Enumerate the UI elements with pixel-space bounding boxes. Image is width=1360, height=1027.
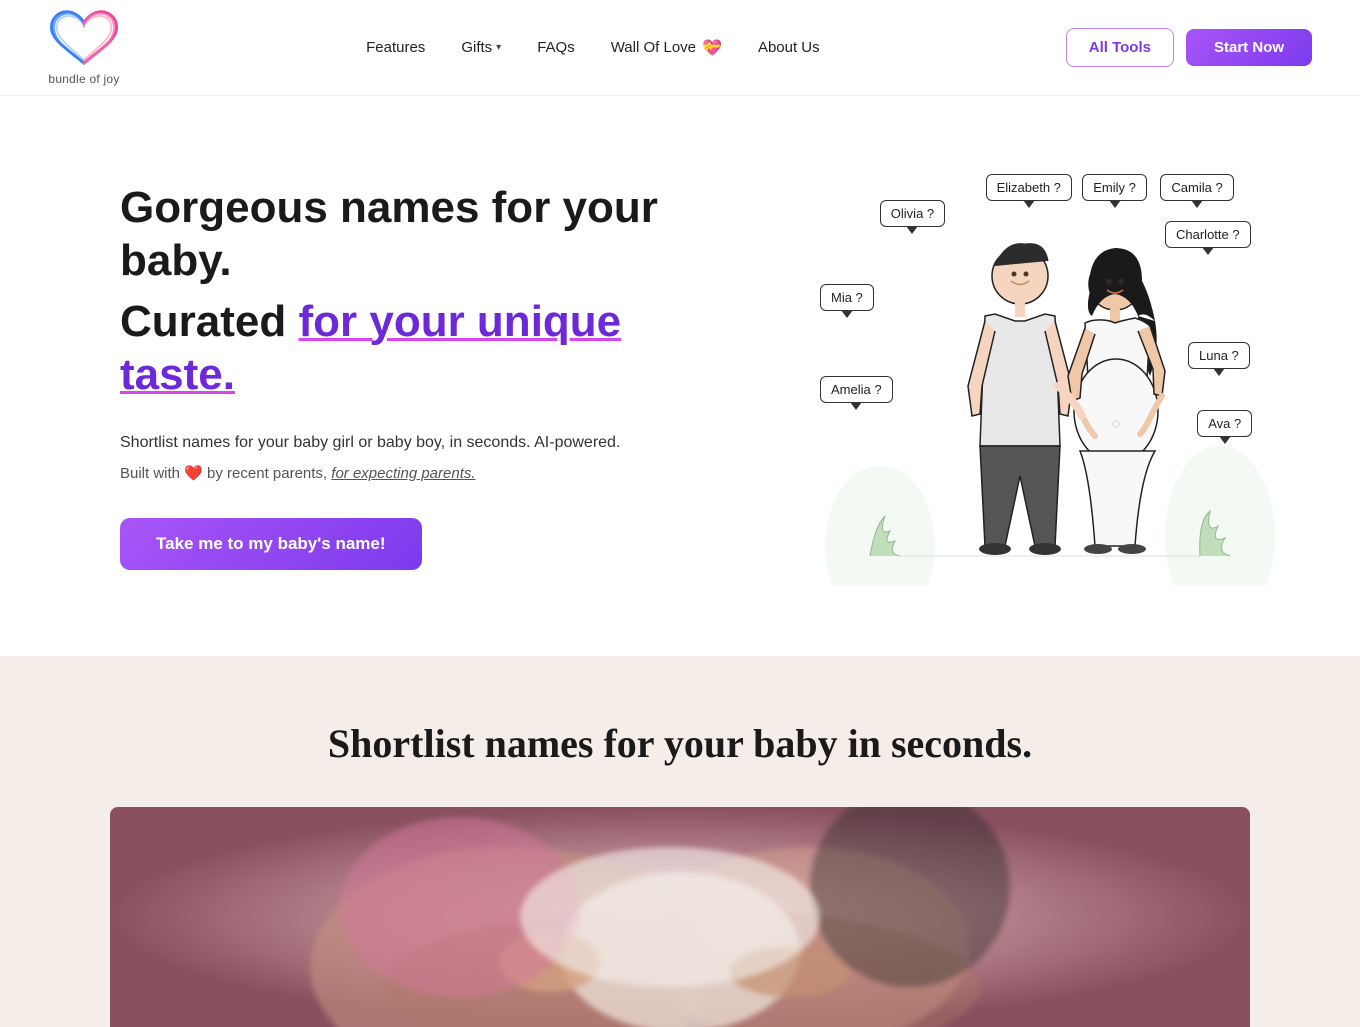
nav-links: Features Gifts ▾ FAQs Wall Of Love 💝 Abo… (366, 38, 820, 58)
start-now-button[interactable]: Start Now (1186, 29, 1312, 66)
hero-built-link[interactable]: for expecting parents. (331, 465, 475, 482)
bubble-mia: Mia ? (820, 284, 874, 311)
nav-wall-of-love[interactable]: Wall Of Love 💝 (611, 38, 722, 58)
hero-curated-prefix: Curated (120, 297, 298, 346)
bubble-emily: Emily ? (1082, 174, 1147, 201)
bubble-luna: Luna ? (1188, 342, 1250, 369)
hero-illustration: Olivia ? Elizabeth ? Emily ? Camila ? Ch… (820, 166, 1280, 586)
nav-gifts[interactable]: Gifts ▾ (461, 39, 501, 56)
bubble-camila: Camila ? (1160, 174, 1233, 201)
hero-title-line2: Curated for your unique taste. (120, 296, 680, 402)
logo-label: bundle of joy (48, 72, 119, 86)
nav-actions: All Tools Start Now (1066, 28, 1312, 67)
hero-built: Built with ❤️ by recent parents, for exp… (120, 464, 680, 482)
navbar: bundle of joy Features Gifts ▾ FAQs Wall… (0, 0, 1360, 96)
bubble-charlotte: Charlotte ? (1165, 221, 1251, 248)
nav-features[interactable]: Features (366, 39, 425, 56)
cta-button[interactable]: Take me to my baby's name! (120, 518, 422, 570)
shortlist-image (110, 807, 1250, 1027)
hero-section: Gorgeous names for your baby. Curated fo… (0, 96, 1360, 656)
shortlist-heading: Shortlist names for your baby in seconds… (48, 720, 1312, 767)
nav-about-us[interactable]: About Us (758, 39, 820, 56)
shortlist-section: Shortlist names for your baby in seconds… (0, 656, 1360, 1027)
logo-icon (48, 10, 120, 70)
bubble-ava: Ava ? (1197, 410, 1252, 437)
logo[interactable]: bundle of joy (48, 10, 120, 86)
nav-wall-of-love-label[interactable]: Wall Of Love (611, 39, 696, 56)
hero-content: Gorgeous names for your baby. Curated fo… (120, 182, 680, 569)
hero-title-line1: Gorgeous names for your baby. (120, 182, 680, 288)
hero-subtitle: Shortlist names for your baby girl or ba… (120, 434, 680, 452)
photo-background (110, 807, 1250, 1027)
bubble-amelia: Amelia ? (820, 376, 893, 403)
wall-of-love-emoji: 💝 (702, 38, 722, 58)
illustration-container: Olivia ? Elizabeth ? Emily ? Camila ? Ch… (820, 166, 1280, 586)
bubble-olivia: Olivia ? (880, 200, 945, 227)
gifts-dropdown-icon: ▾ (496, 42, 501, 53)
bubble-elizabeth: Elizabeth ? (986, 174, 1072, 201)
hero-built-text: Built with ❤️ by recent parents, (120, 465, 327, 482)
photo-illustration (110, 807, 1250, 1027)
all-tools-button[interactable]: All Tools (1066, 28, 1174, 67)
nav-faqs[interactable]: FAQs (537, 39, 575, 56)
